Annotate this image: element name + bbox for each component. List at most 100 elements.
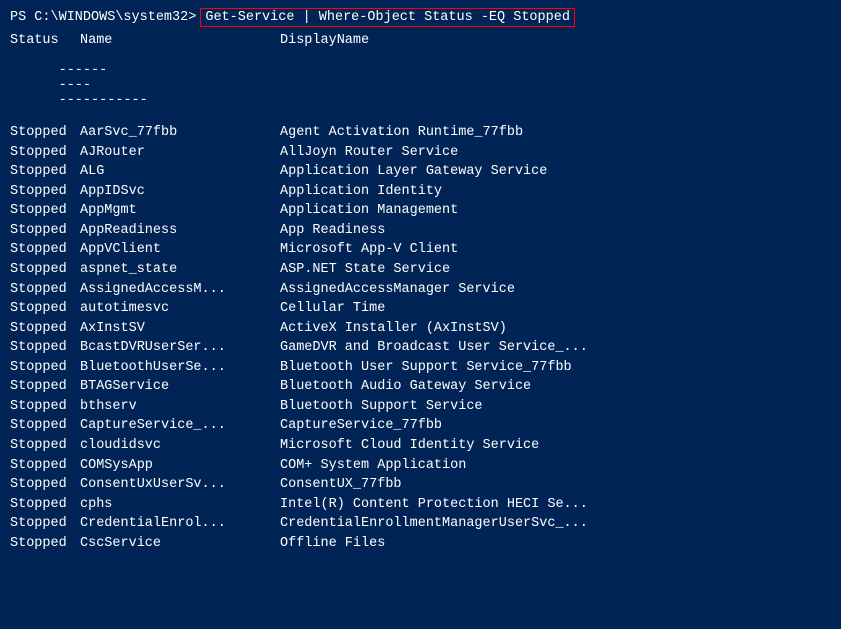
table-row: Stopped AppIDSvc Application Identity: [10, 182, 831, 202]
sep-status: ------: [59, 63, 129, 78]
cell-status: Stopped: [10, 495, 80, 515]
cell-status: Stopped: [10, 240, 80, 260]
table-row: Stopped AppVClient Microsoft App-V Clien…: [10, 240, 831, 260]
table-row: Stopped ALG Application Layer Gateway Se…: [10, 162, 831, 182]
cell-status: Stopped: [10, 162, 80, 182]
header-name: Name: [80, 33, 280, 48]
cell-status: Stopped: [10, 416, 80, 436]
table-row: Stopped AJRouter AllJoyn Router Service: [10, 143, 831, 163]
cell-name: autotimesvc: [80, 299, 280, 319]
table-row: Stopped AarSvc_77fbb Agent Activation Ru…: [10, 123, 831, 143]
cell-display: COM+ System Application: [280, 456, 466, 476]
cell-display: AssignedAccessManager Service: [280, 280, 515, 300]
cell-status: Stopped: [10, 456, 80, 476]
cell-name: AppMgmt: [80, 201, 280, 221]
cell-name: AJRouter: [80, 143, 280, 163]
cmd-status: Status: [416, 10, 481, 25]
table-row: Stopped bthserv Bluetooth Support Servic…: [10, 397, 831, 417]
cell-status: Stopped: [10, 319, 80, 339]
cell-display: Intel(R) Content Protection HECI Se...: [280, 495, 588, 515]
cell-name: BcastDVRUserSer...: [80, 338, 280, 358]
cell-display: App Readiness: [280, 221, 385, 241]
cell-display: Bluetooth Audio Gateway Service: [280, 377, 531, 397]
table-row: Stopped aspnet_state ASP.NET State Servi…: [10, 260, 831, 280]
cell-name: ALG: [80, 162, 280, 182]
table-row: Stopped BluetoothUserSe... Bluetooth Use…: [10, 358, 831, 378]
prompt-text: PS C:\WINDOWS\system32>: [10, 10, 196, 25]
command-box: Get-Service | Where-Object Status -EQ St…: [200, 8, 575, 27]
table-row: Stopped CaptureService_... CaptureServic…: [10, 416, 831, 436]
cmd-eq: -EQ: [481, 10, 505, 25]
cell-name: AxInstSV: [80, 319, 280, 339]
cell-name: CaptureService_...: [80, 416, 280, 436]
table-row: Stopped cloudidsvc Microsoft Cloud Ident…: [10, 436, 831, 456]
cell-name: ConsentUxUserSv...: [80, 475, 280, 495]
cell-status: Stopped: [10, 534, 80, 554]
sep-display: -----------: [59, 93, 148, 108]
cell-name: cphs: [80, 495, 280, 515]
cell-status: Stopped: [10, 201, 80, 221]
table-row: Stopped CscService Offline Files: [10, 534, 831, 554]
cell-status: Stopped: [10, 299, 80, 319]
cell-display: CaptureService_77fbb: [280, 416, 442, 436]
table-row: Stopped COMSysApp COM+ System Applicatio…: [10, 456, 831, 476]
cmd-get-service: Get-Service: [205, 10, 294, 25]
cell-status: Stopped: [10, 280, 80, 300]
cell-name: AppVClient: [80, 240, 280, 260]
table-row: Stopped AppReadiness App Readiness: [10, 221, 831, 241]
cell-name: aspnet_state: [80, 260, 280, 280]
cell-display: Bluetooth Support Service: [280, 397, 483, 417]
cell-name: CredentialEnrol...: [80, 514, 280, 534]
cell-display: ASP.NET State Service: [280, 260, 450, 280]
table-row: Stopped BTAGService Bluetooth Audio Gate…: [10, 377, 831, 397]
cell-display: Application Identity: [280, 182, 442, 202]
cell-status: Stopped: [10, 221, 80, 241]
cmd-stopped: Stopped: [505, 10, 570, 25]
table-row: Stopped ConsentUxUserSv... ConsentUX_77f…: [10, 475, 831, 495]
cmd-where-object: Where-Object: [319, 10, 416, 25]
cell-name: AarSvc_77fbb: [80, 123, 280, 143]
cell-name: AppReadiness: [80, 221, 280, 241]
cell-name: CscService: [80, 534, 280, 554]
table-row: Stopped BcastDVRUserSer... GameDVR and B…: [10, 338, 831, 358]
header-status: Status: [10, 33, 80, 48]
cell-status: Stopped: [10, 358, 80, 378]
table-row: Stopped AssignedAccessM... AssignedAcces…: [10, 280, 831, 300]
cell-status: Stopped: [10, 514, 80, 534]
output-table: Status Name DisplayName ------ ---- ----…: [10, 33, 831, 553]
cell-name: BluetoothUserSe...: [80, 358, 280, 378]
cell-display: AllJoyn Router Service: [280, 143, 458, 163]
cell-status: Stopped: [10, 377, 80, 397]
cell-name: bthserv: [80, 397, 280, 417]
cell-display: Bluetooth User Support Service_77fbb: [280, 358, 572, 378]
cell-display: Microsoft Cloud Identity Service: [280, 436, 539, 456]
cmd-pipe: |: [294, 10, 318, 25]
cell-status: Stopped: [10, 260, 80, 280]
sep-name: ----: [59, 78, 259, 93]
cell-status: Stopped: [10, 397, 80, 417]
cell-name: AssignedAccessM...: [80, 280, 280, 300]
header-display: DisplayName: [280, 33, 369, 48]
cell-status: Stopped: [10, 338, 80, 358]
cell-display: CredentialEnrollmentManagerUserSvc_...: [280, 514, 588, 534]
cell-status: Stopped: [10, 123, 80, 143]
cell-display: Offline Files: [280, 534, 385, 554]
cell-display: Application Management: [280, 201, 458, 221]
table-row: Stopped CredentialEnrol... CredentialEnr…: [10, 514, 831, 534]
cell-display: Cellular Time: [280, 299, 385, 319]
cell-display: Agent Activation Runtime_77fbb: [280, 123, 523, 143]
table-row: Stopped autotimesvc Cellular Time: [10, 299, 831, 319]
cell-status: Stopped: [10, 436, 80, 456]
cell-status: Stopped: [10, 182, 80, 202]
table-row: Stopped AxInstSV ActiveX Installer (AxIn…: [10, 319, 831, 339]
cell-name: cloudidsvc: [80, 436, 280, 456]
table-row: Stopped AppMgmt Application Management: [10, 201, 831, 221]
cell-status: Stopped: [10, 143, 80, 163]
cell-name: COMSysApp: [80, 456, 280, 476]
prompt-line: PS C:\WINDOWS\system32> Get-Service | Wh…: [10, 8, 831, 27]
cell-display: GameDVR and Broadcast User Service_...: [280, 338, 588, 358]
terminal-window: PS C:\WINDOWS\system32> Get-Service | Wh…: [0, 0, 841, 629]
cell-status: Stopped: [10, 475, 80, 495]
cell-display: Microsoft App-V Client: [280, 240, 458, 260]
table-row: Stopped cphs Intel(R) Content Protection…: [10, 495, 831, 515]
